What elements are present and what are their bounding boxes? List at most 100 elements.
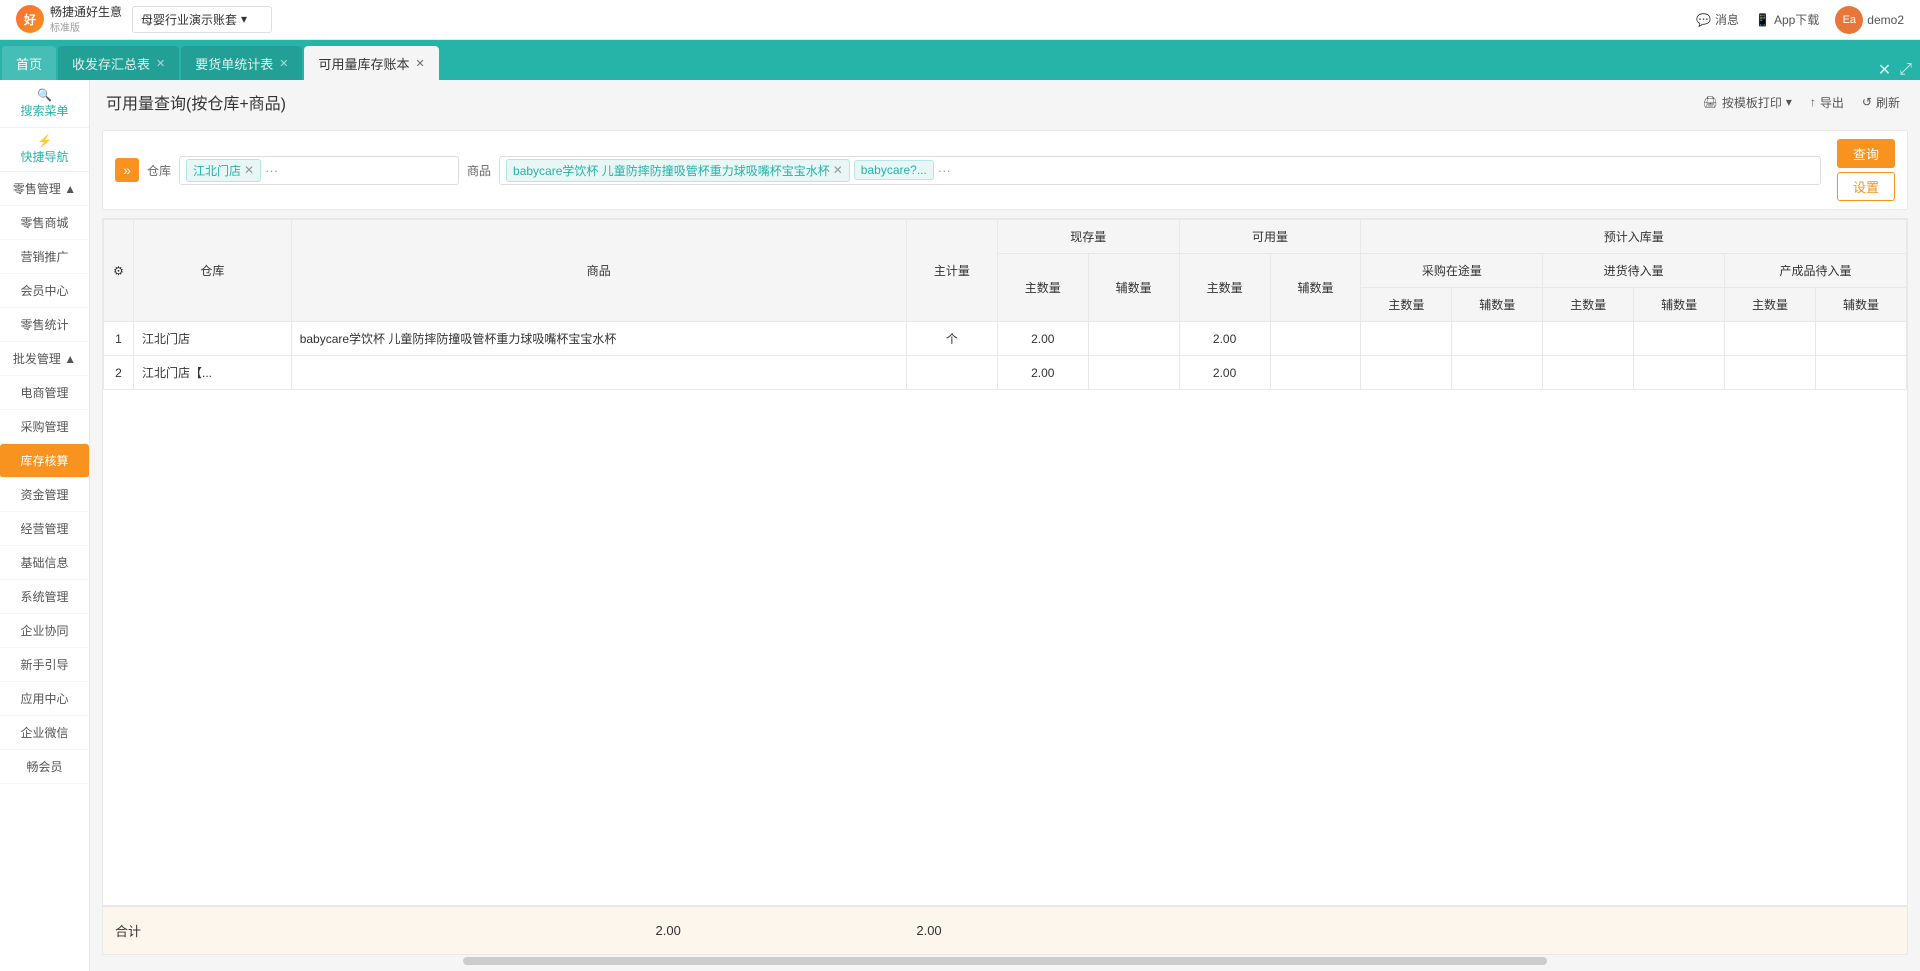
tab-expand[interactable]: ⤢ [1899,61,1912,79]
app-download-button[interactable]: 📱 App下载 [1755,11,1819,28]
warehouse-tag: 江北门店 ✕ [186,159,261,182]
sidebar-item-wholesale-mgmt[interactable]: 批发管理 ▲ [0,342,89,376]
page-actions: 🖨 按模板打印 ▾ ↑ 导出 ↺ 刷新 [1699,92,1904,113]
warehouse-filter-more[interactable]: ··· [265,163,278,178]
th-production-group: 产成品待入量 [1725,254,1907,288]
sidebar-item-ecommerce[interactable]: 电商管理 [0,376,89,410]
sidebar: 🔍 搜索菜单 ⚡ 快捷导航 零售管理 ▲ 零售商城 营销推广 会员中心 零售统计… [0,80,90,971]
cell-purchase-aux-0 [1452,322,1543,356]
sidebar-retail-mall-label: 零售商城 [20,216,68,230]
cell-unit-1 [906,356,997,390]
query-button[interactable]: 查询 [1837,139,1895,168]
th-purchase-group: 采购在途量 [1361,254,1543,288]
th-inbound-main: 主数量 [1543,288,1634,322]
horizontal-scrollbar[interactable] [102,955,1908,967]
th-available-group: 可用量 [1179,220,1361,254]
sidebar-item-basics[interactable]: 基础信息 [0,546,89,580]
sidebar-basics-label: 基础信息 [20,556,68,570]
sidebar-item-system[interactable]: 系统管理 [0,580,89,614]
tab-close-all[interactable]: ✕ [1878,60,1891,80]
sidebar-enterprise-label: 企业协同 [20,624,68,638]
sidebar-item-operations[interactable]: 经营管理 [0,512,89,546]
warehouse-filter-input[interactable]: 江北门店 ✕ ··· [179,156,459,185]
sidebar-item-finance[interactable]: 资金管理 [0,478,89,512]
tab-order-stats[interactable]: 要货单统计表 ✕ [181,46,302,80]
sidebar-item-retail-mgmt[interactable]: 零售管理 ▲ [0,172,89,206]
cell-product-1 [291,356,906,390]
sidebar-item-purchase[interactable]: 采购管理 [0,410,89,444]
product-filter-more[interactable]: ··· [938,163,951,178]
industry-selector[interactable]: 母婴行业演示账套 ▾ [132,6,272,33]
logo-text-block: 畅捷通好生意 标准版 [50,5,122,34]
sidebar-quick-nav[interactable]: ⚡ 快捷导航 [0,128,89,172]
tab-receive-close[interactable]: ✕ [156,57,165,70]
product-filter-label: 商品 [467,162,491,179]
tab-receive-summary[interactable]: 收发存汇总表 ✕ [58,46,179,80]
scrollbar-thumb[interactable] [463,957,1547,965]
th-product: 商品 [291,220,906,322]
top-bar-right: 💬 消息 📱 App下载 Ea demo2 [1696,6,1904,34]
cell-warehouse-0: 江北门店 [134,322,292,356]
cell-production-aux-1 [1815,356,1906,390]
export-button[interactable]: ↑ 导出 [1806,92,1848,113]
app-icon: 📱 [1755,13,1770,27]
warehouse-filter-label: 仓库 [147,162,171,179]
th-settings[interactable]: ⚙ [104,220,134,322]
table-row: 1 江北门店 babycare学饮杯 儿童防摔防撞吸管杯重力球吸嘴杯宝宝水杯 个… [104,322,1907,356]
tab-home[interactable]: 首页 [2,46,56,80]
username: demo2 [1867,13,1904,27]
summary-stock-value: 2.00 [656,923,681,938]
tab-order-close[interactable]: ✕ [279,57,288,70]
sidebar-item-enterprise[interactable]: 企业协同 [0,614,89,648]
data-table-container: ⚙ 仓库 商品 主计量 现存量 [102,218,1908,906]
main-layout: 🔍 搜索菜单 ⚡ 快捷导航 零售管理 ▲ 零售商城 营销推广 会员中心 零售统计… [0,80,1920,971]
product-filter-input[interactable]: babycare学饮杯 儿童防摔防撞吸管杯重力球吸嘴杯宝宝水杯 ✕ babyca… [499,156,1821,185]
sidebar-item-retail-mall[interactable]: 零售商城 [0,206,89,240]
print-button[interactable]: 🖨 按模板打印 ▾ [1699,92,1796,113]
tab-controls: ✕ ⤢ [1878,60,1920,80]
product-tag-2: babycare?... [854,160,934,180]
product-tag-1-remove[interactable]: ✕ [833,163,843,177]
product-tag-1-value: babycare学饮杯 儿童防摔防撞吸管杯重力球吸嘴杯宝宝水杯 [513,162,830,179]
tab-available-label: 可用量库存账本 [318,54,409,73]
sidebar-marketing-label: 营销推广 [20,250,68,264]
sidebar-search-label: 搜索菜单 [8,102,81,119]
tab-order-label: 要货单统计表 [195,54,273,73]
cell-product-0: babycare学饮杯 儿童防摔防撞吸管杯重力球吸嘴杯宝宝水杯 [291,322,906,356]
refresh-button[interactable]: ↺ 刷新 [1858,92,1904,113]
cell-stock-main-0: 2.00 [997,322,1088,356]
tab-available-inventory[interactable]: 可用量库存账本 ✕ [304,46,438,80]
tab-available-close[interactable]: ✕ [416,57,425,70]
sidebar-retail-stats-label: 零售统计 [20,318,68,332]
filter-expand-button[interactable]: » [115,158,139,182]
industry-dropdown-icon: ▾ [241,12,247,26]
sidebar-app-center-label: 应用中心 [20,692,68,706]
sidebar-search[interactable]: 🔍 搜索菜单 [0,80,89,128]
sidebar-operations-label: 经营管理 [20,522,68,536]
sidebar-item-onboarding[interactable]: 新手引导 [0,648,89,682]
th-unit: 主计量 [906,220,997,322]
filter-bar: » 仓库 江北门店 ✕ ··· 商品 babycare学饮杯 儿童防摔防撞吸管杯… [102,130,1908,210]
avatar: Ea [1835,6,1863,34]
setting-button[interactable]: 设置 [1837,172,1895,201]
sidebar-item-retail-stats[interactable]: 零售统计 [0,308,89,342]
sidebar-item-vip[interactable]: 畅会员 [0,750,89,784]
sidebar-item-inventory[interactable]: 库存核算 [0,444,89,478]
warehouse-tag-remove[interactable]: ✕ [244,163,254,177]
cell-inbound-aux-1 [1634,356,1725,390]
sidebar-wechat-label: 企业微信 [20,726,68,740]
cell-production-main-1 [1725,356,1816,390]
app-label: App下载 [1774,11,1819,28]
cell-inbound-main-1 [1543,356,1634,390]
summary-bar: 合计 2.00 2.00 [102,906,1908,955]
sidebar-item-members[interactable]: 会员中心 [0,274,89,308]
cell-avail-main-1: 2.00 [1179,356,1270,390]
sidebar-item-app-center[interactable]: 应用中心 [0,682,89,716]
user-profile[interactable]: Ea demo2 [1835,6,1904,34]
message-button[interactable]: 💬 消息 [1696,11,1739,28]
gear-icon: ⚙ [113,264,124,278]
sidebar-item-wechat[interactable]: 企业微信 [0,716,89,750]
sidebar-item-marketing[interactable]: 营销推广 [0,240,89,274]
cell-purchase-main-0 [1361,322,1452,356]
product-tag-2-value: babycare?... [861,163,927,177]
